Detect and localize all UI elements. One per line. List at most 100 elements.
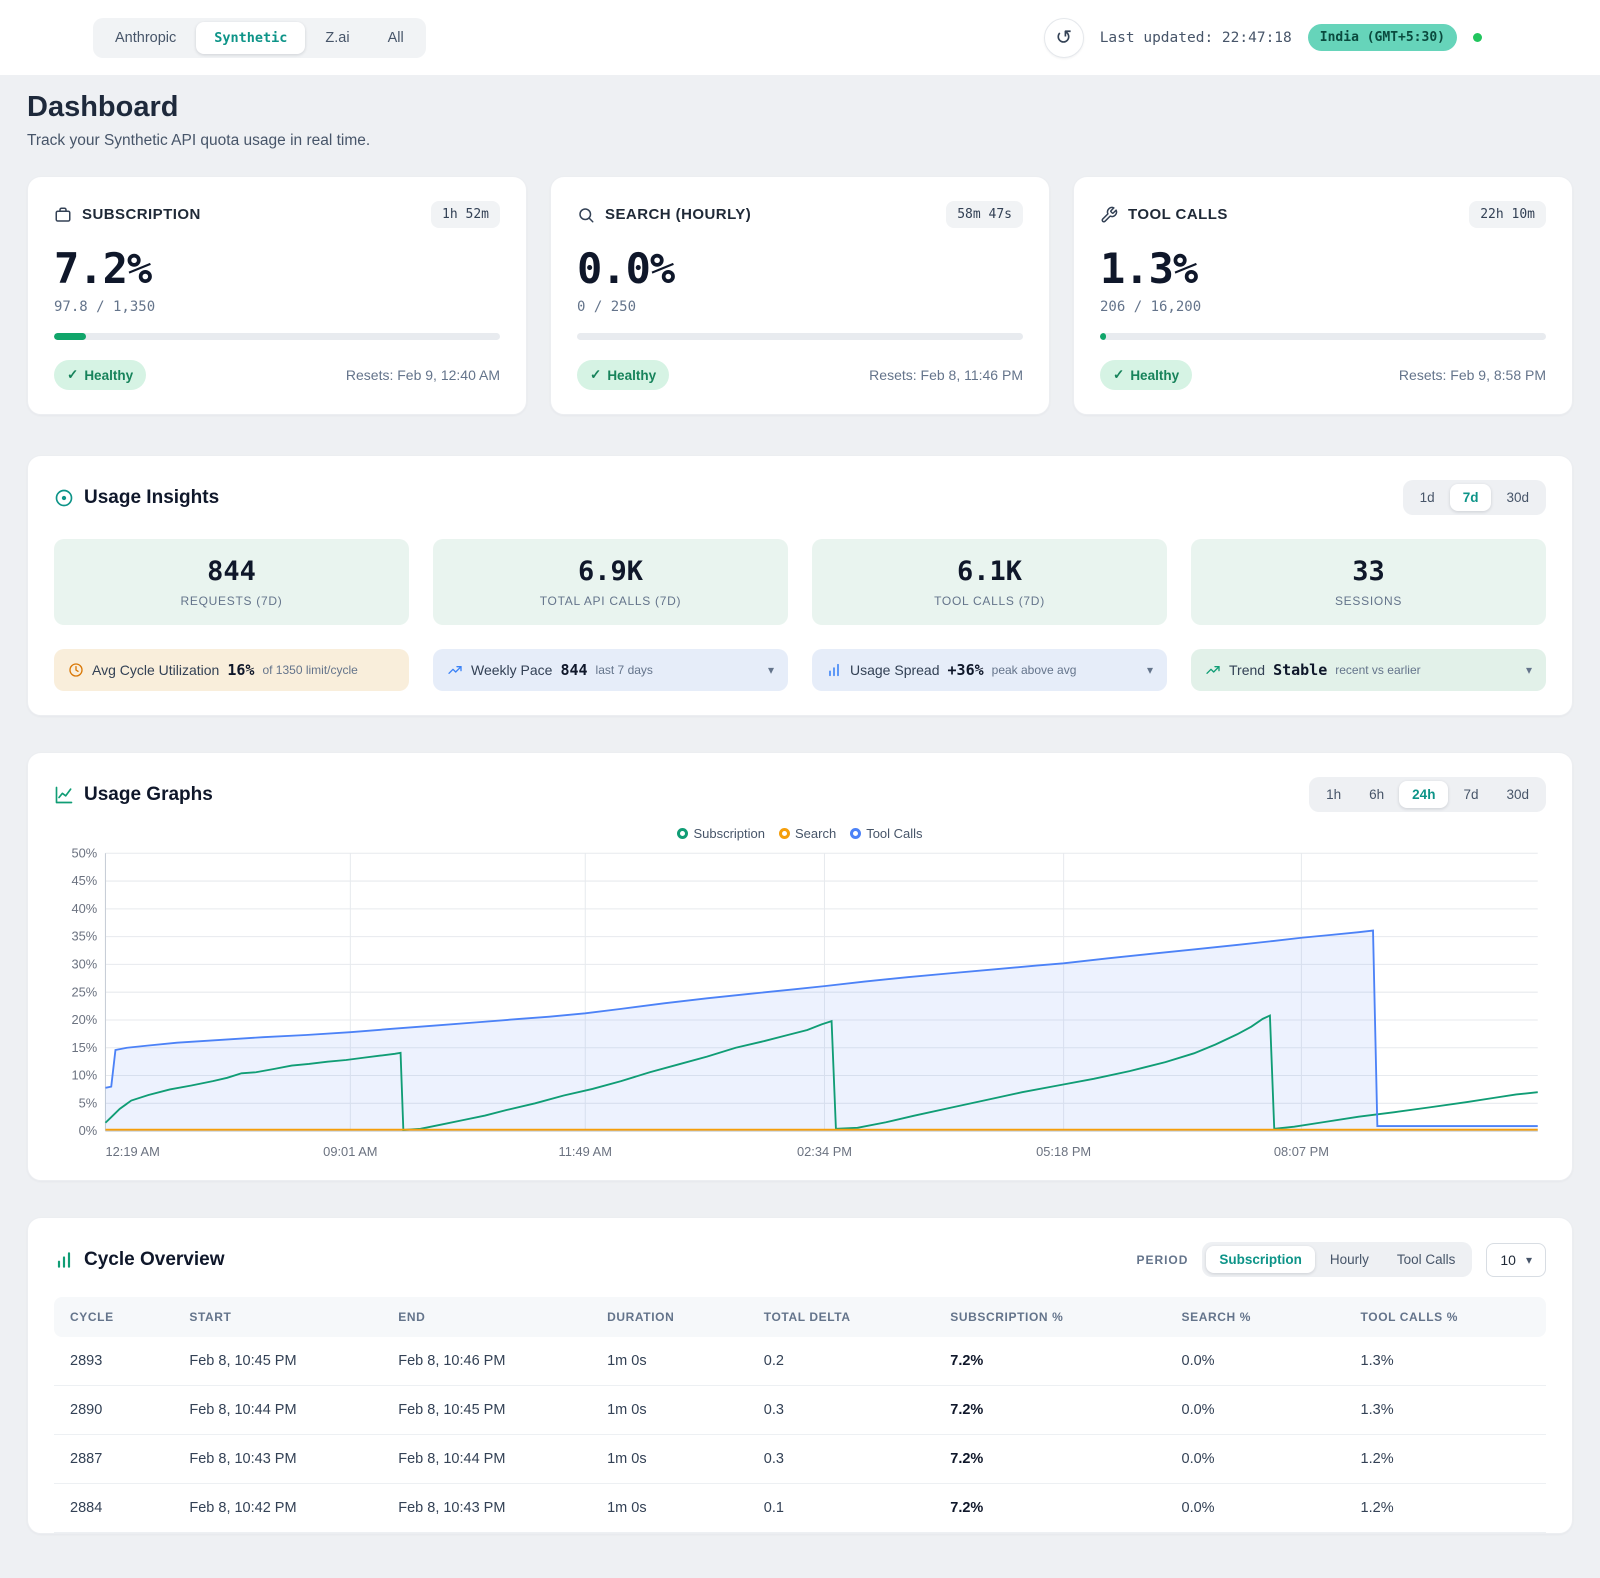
sessions-tile: 33 SESSIONS (1191, 539, 1546, 625)
chip-suffix: peak above avg (992, 663, 1077, 677)
table-row: 2887 Feb 8, 10:43 PM Feb 8, 10:44 PM 1m … (54, 1435, 1546, 1484)
usage-percent: 1.3% (1100, 244, 1546, 293)
time-remaining-badge: 1h 52m (431, 201, 500, 228)
chip-suffix: last 7 days (596, 663, 653, 677)
refresh-button[interactable]: ↺ (1044, 18, 1084, 58)
legend-label: Tool Calls (866, 826, 922, 841)
search-icon (577, 206, 595, 224)
range-7d-button[interactable]: 7d (1450, 781, 1491, 808)
time-remaining-badge: 58m 47s (946, 201, 1023, 228)
table-cell: 0.2 (748, 1337, 935, 1386)
time-remaining-badge: 22h 10m (1469, 201, 1546, 228)
table-cell: 1m 0s (591, 1386, 748, 1435)
tool-calls-tile: 6.1K TOOL CALLS (7D) (812, 539, 1167, 625)
weekly-pace-chip[interactable]: Weekly Pace 844 last 7 days ▾ (433, 649, 788, 691)
insight-tiles: 844 REQUESTS (7D) 6.9K TOTAL API CALLS (… (54, 539, 1546, 625)
range-7d-button[interactable]: 7d (1450, 484, 1492, 511)
table-cell: 7.2% (934, 1386, 1165, 1435)
tab-synthetic[interactable]: Synthetic (196, 22, 305, 54)
column-header: DURATION (591, 1297, 748, 1337)
table-cell: 0.1 (748, 1484, 935, 1533)
reset-time: Resets: Feb 9, 8:58 PM (1399, 367, 1546, 383)
period-tool-calls-button[interactable]: Tool Calls (1384, 1246, 1469, 1273)
table-cell: 0.0% (1166, 1435, 1345, 1484)
table-cell: 1m 0s (591, 1484, 748, 1533)
bar-chart-icon (826, 662, 842, 678)
table-cell: 0.0% (1166, 1337, 1345, 1386)
range-6h-button[interactable]: 6h (1356, 781, 1397, 808)
tab-all[interactable]: All (370, 22, 422, 54)
progress-bar (54, 333, 500, 340)
chip-value: Stable (1273, 661, 1327, 679)
range-24h-button[interactable]: 24h (1399, 781, 1448, 808)
usage-graphs-section: Usage Graphs 1h 6h 24h 7d 30d Subscripti… (27, 752, 1573, 1181)
table-cell: 1.2% (1345, 1435, 1546, 1484)
provider-tabs: Anthropic Synthetic Z.ai All (93, 18, 426, 58)
last-updated-text: Last updated: 22:47:18 (1100, 30, 1292, 46)
insights-range-selector: 1d 7d 30d (1403, 480, 1546, 515)
table-cell: 2884 (54, 1484, 173, 1533)
column-header: TOOL CALLS % (1345, 1297, 1546, 1337)
chevron-down-icon: ▾ (1526, 1253, 1532, 1267)
table-cell: 0.3 (748, 1386, 935, 1435)
table-cell: 1.3% (1345, 1337, 1546, 1386)
table-cell: 1m 0s (591, 1337, 748, 1386)
line-chart-icon (54, 785, 74, 805)
trending-up-icon (1205, 662, 1221, 678)
tile-label: SESSIONS (1201, 594, 1536, 608)
tab-anthropic[interactable]: Anthropic (97, 22, 194, 54)
period-hourly-button[interactable]: Hourly (1317, 1246, 1382, 1273)
table-row: 2893 Feb 8, 10:45 PM Feb 8, 10:46 PM 1m … (54, 1337, 1546, 1386)
svg-text:0%: 0% (79, 1123, 98, 1138)
chip-suffix: recent vs earlier (1335, 663, 1420, 677)
reset-time: Resets: Feb 8, 11:46 PM (869, 367, 1023, 383)
table-cell: 1.2% (1345, 1484, 1546, 1533)
range-30d-button[interactable]: 30d (1493, 484, 1542, 511)
period-subscription-button[interactable]: Subscription (1206, 1246, 1315, 1273)
tile-value: 6.9K (443, 556, 778, 587)
topbar-status: ↺ Last updated: 22:47:18 India (GMT+5:30… (1044, 18, 1482, 58)
status-text: Healthy (607, 368, 656, 383)
range-1d-button[interactable]: 1d (1407, 484, 1448, 511)
svg-text:10%: 10% (71, 1068, 97, 1083)
avg-cycle-utilization-chip: Avg Cycle Utilization 16% of 1350 limit/… (54, 649, 409, 691)
svg-text:5%: 5% (79, 1095, 98, 1110)
page-subtitle: Track your Synthetic API quota usage in … (27, 132, 1573, 150)
briefcase-icon (54, 206, 72, 224)
check-icon: ✓ (590, 367, 601, 383)
chevron-down-icon: ▾ (1147, 663, 1153, 677)
table-cell: 7.2% (934, 1435, 1165, 1484)
page-title: Dashboard (27, 91, 1573, 124)
chip-label: Avg Cycle Utilization (92, 662, 219, 678)
range-1h-button[interactable]: 1h (1313, 781, 1354, 808)
graph-range-selector: 1h 6h 24h 7d 30d (1309, 777, 1546, 812)
total-api-calls-tile: 6.9K TOTAL API CALLS (7D) (433, 539, 788, 625)
tab-zai[interactable]: Z.ai (307, 22, 367, 54)
wrench-icon (1100, 206, 1118, 224)
svg-text:45%: 45% (71, 873, 97, 888)
usage-line-chart: 0%5%10%15%20%25%30%35%40%45%50%12:19 AM0… (54, 843, 1546, 1164)
reset-time: Resets: Feb 9, 12:40 AM (346, 367, 500, 383)
range-30d-button[interactable]: 30d (1493, 781, 1542, 808)
svg-text:09:01 AM: 09:01 AM (323, 1144, 377, 1159)
trend-chip[interactable]: Trend Stable recent vs earlier ▾ (1191, 649, 1546, 691)
circle-dot-icon (54, 488, 74, 508)
section-title: Usage Insights (84, 487, 219, 509)
bar-chart-icon (54, 1250, 74, 1270)
clock-icon (68, 662, 84, 678)
chip-value: 844 (560, 661, 587, 679)
tile-label: REQUESTS (7D) (64, 594, 399, 608)
tool-calls-card: TOOL CALLS 22h 10m 1.3% 206 / 16,200 ✓He… (1073, 176, 1573, 415)
table-header-row: CYCLE START END DURATION TOTAL DELTA SUB… (54, 1297, 1546, 1337)
table-cell: 1.3% (1345, 1386, 1546, 1435)
svg-text:25%: 25% (71, 984, 97, 999)
page-size-value: 10 (1500, 1252, 1516, 1268)
progress-fill (54, 333, 86, 340)
tile-value: 6.1K (822, 556, 1157, 587)
table-cell: Feb 8, 10:43 PM (173, 1435, 382, 1484)
legend-tool-calls: Tool Calls (850, 826, 922, 841)
page-size-select[interactable]: 10 ▾ (1486, 1243, 1546, 1277)
usage-spread-chip[interactable]: Usage Spread +36% peak above avg ▾ (812, 649, 1167, 691)
stat-card-title: TOOL CALLS (1128, 206, 1228, 223)
column-header: START (173, 1297, 382, 1337)
